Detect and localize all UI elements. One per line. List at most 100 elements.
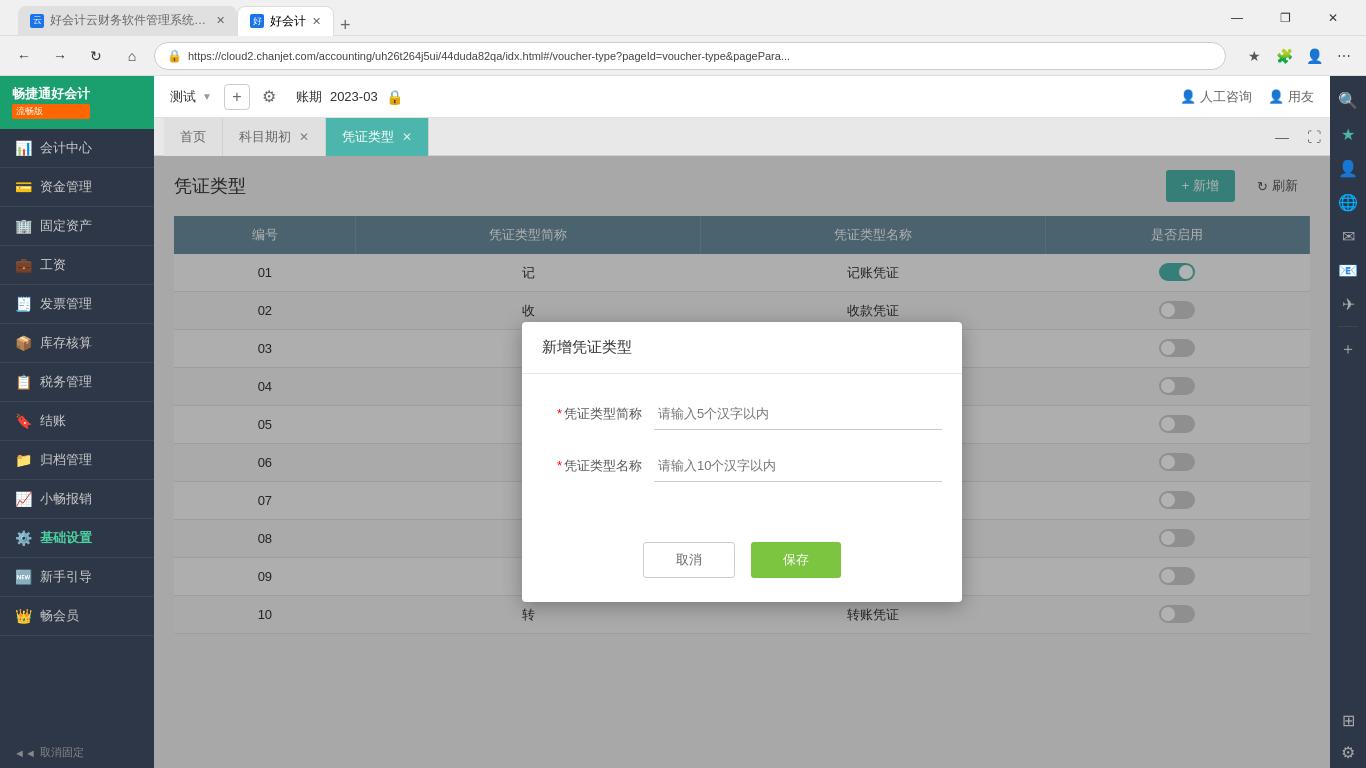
dashboard-icon: 📊 bbox=[14, 139, 32, 157]
header-settings-icon[interactable]: ⚙ bbox=[262, 87, 276, 106]
full-name-input[interactable] bbox=[654, 450, 942, 482]
rs-divider bbox=[1338, 326, 1358, 327]
tab-subject-close[interactable]: ✕ bbox=[299, 130, 309, 144]
sidebar-item-archive[interactable]: 📁 归档管理 bbox=[0, 441, 154, 480]
sidebar-item-label: 固定资产 bbox=[40, 217, 92, 235]
profile-icon[interactable]: 👤 bbox=[1302, 44, 1326, 68]
rs-search-icon[interactable]: 🔍 bbox=[1332, 84, 1364, 116]
sidebar-item-guide[interactable]: 🆕 新手引导 bbox=[0, 558, 154, 597]
tab2-favicon: 好 bbox=[250, 14, 264, 28]
more-icon[interactable]: ⋯ bbox=[1332, 44, 1356, 68]
new-tab-button[interactable]: + bbox=[340, 15, 351, 36]
consult-icon: 👤 bbox=[1180, 89, 1196, 104]
tab-home-label: 首页 bbox=[180, 128, 206, 146]
rs-add-icon[interactable]: ＋ bbox=[1332, 333, 1364, 365]
right-panel: 测试 ▼ + ⚙ 账期 2023-03 🔒 👤 人工咨询 👤 用友 bbox=[154, 76, 1330, 768]
sidebar-item-tax[interactable]: 📋 税务管理 bbox=[0, 363, 154, 402]
sidebar-item-settings[interactable]: ⚙️ 基础设置 bbox=[0, 519, 154, 558]
sidebar-item-label: 库存核算 bbox=[40, 334, 92, 352]
sidebar-item-invoice[interactable]: 🧾 发票管理 bbox=[0, 285, 154, 324]
tab2-title: 好会计 bbox=[270, 13, 306, 30]
sidebar-item-fixed-assets[interactable]: 🏢 固定资产 bbox=[0, 207, 154, 246]
full-name-label: *凭证类型名称 bbox=[542, 457, 642, 475]
rs-settings-bottom-icon[interactable]: ⚙ bbox=[1332, 736, 1364, 768]
sidebar-item-salary[interactable]: 💼 工资 bbox=[0, 246, 154, 285]
dialog-footer: 取消 保存 bbox=[522, 526, 962, 602]
tab-maximize-button[interactable]: ⛶ bbox=[1298, 121, 1330, 153]
period-lock-icon[interactable]: 🔒 bbox=[386, 89, 403, 105]
rs-outlook-icon[interactable]: 📧 bbox=[1332, 254, 1364, 286]
user-label: 用友 bbox=[1288, 88, 1314, 106]
user-icon: 👤 bbox=[1268, 89, 1284, 104]
forward-button[interactable]: → bbox=[46, 42, 74, 70]
tab-home[interactable]: 首页 bbox=[164, 118, 223, 156]
rs-mail-icon[interactable]: ✉ bbox=[1332, 220, 1364, 252]
browser-tab-2[interactable]: 好 好会计 ✕ bbox=[237, 6, 334, 36]
tab-subject[interactable]: 科目期初 ✕ bbox=[223, 118, 326, 156]
tab-subject-label: 科目期初 bbox=[239, 128, 291, 146]
browser-title-bar: 云 好会计云财务软件管理系统_会计 ✕ 好 好会计 ✕ + — ❐ ✕ bbox=[0, 0, 1366, 36]
tab1-close[interactable]: ✕ bbox=[216, 14, 225, 27]
company-selector[interactable]: 测试 ▼ bbox=[170, 88, 212, 106]
rs-user-icon[interactable]: 👤 bbox=[1332, 152, 1364, 184]
address-bar: ← → ↻ ⌂ 🔒 https://cloud2.chanjet.com/acc… bbox=[0, 36, 1366, 76]
close-button[interactable]: ✕ bbox=[1310, 0, 1356, 36]
cancel-button[interactable]: 取消 bbox=[643, 542, 735, 578]
save-button[interactable]: 保存 bbox=[751, 542, 841, 578]
right-sidebar: 🔍 ★ 👤 🌐 ✉ 📧 ✈ ＋ ⊞ ⚙ bbox=[1330, 76, 1366, 768]
tab-voucher-type[interactable]: 凭证类型 ✕ bbox=[326, 118, 429, 156]
add-company-button[interactable]: + bbox=[224, 84, 250, 110]
unpin-icon: ◄◄ bbox=[14, 747, 36, 759]
form-row-short: *凭证类型简称 bbox=[542, 398, 942, 430]
home-button[interactable]: ⌂ bbox=[118, 42, 146, 70]
consult-label: 人工咨询 bbox=[1200, 88, 1252, 106]
sidebar-item-label: 发票管理 bbox=[40, 295, 92, 313]
sidebar-item-label: 会计中心 bbox=[40, 139, 92, 157]
dialog-body: *凭证类型简称 *凭证类型名称 bbox=[522, 374, 962, 526]
report-icon: 📈 bbox=[14, 490, 32, 508]
sidebar-item-dashboard[interactable]: 📊 会计中心 bbox=[0, 129, 154, 168]
settings-icon: ⚙️ bbox=[14, 529, 32, 547]
unpin-button[interactable]: ◄◄ 取消固定 bbox=[0, 737, 154, 768]
tab-voucher-type-close[interactable]: ✕ bbox=[402, 130, 412, 144]
consult-button[interactable]: 👤 人工咨询 bbox=[1180, 88, 1252, 106]
fixed-assets-icon: 🏢 bbox=[14, 217, 32, 235]
address-input[interactable]: 🔒 https://cloud2.chanjet.com/accounting/… bbox=[154, 42, 1226, 70]
tab-minimize-button[interactable]: — bbox=[1266, 121, 1298, 153]
member-icon: 👑 bbox=[14, 607, 32, 625]
short-name-input[interactable] bbox=[654, 398, 942, 430]
sidebar-item-settlement[interactable]: 🔖 结账 bbox=[0, 402, 154, 441]
favorites-icon[interactable]: ★ bbox=[1242, 44, 1266, 68]
sidebar-item-label: 归档管理 bbox=[40, 451, 92, 469]
sidebar-item-member[interactable]: 👑 畅会员 bbox=[0, 597, 154, 636]
sidebar-item-inventory[interactable]: 📦 库存核算 bbox=[0, 324, 154, 363]
invoice-icon: 🧾 bbox=[14, 295, 32, 313]
rs-grid-icon[interactable]: ⊞ bbox=[1332, 704, 1364, 736]
tab-voucher-type-label: 凭证类型 bbox=[342, 128, 394, 146]
sidebar-item-capital[interactable]: 💳 资金管理 bbox=[0, 168, 154, 207]
tab1-title: 好会计云财务软件管理系统_会计 bbox=[50, 12, 210, 29]
rs-favorites-icon[interactable]: ★ bbox=[1332, 118, 1364, 150]
unpin-label: 取消固定 bbox=[40, 745, 84, 760]
settlement-icon: 🔖 bbox=[14, 412, 32, 430]
browser-tab-1[interactable]: 云 好会计云财务软件管理系统_会计 ✕ bbox=[18, 6, 237, 36]
tab2-close[interactable]: ✕ bbox=[312, 15, 321, 28]
logo-text: 畅捷通好会计 bbox=[12, 86, 90, 102]
minimize-button[interactable]: — bbox=[1214, 0, 1260, 36]
sidebar-logo[interactable]: 畅捷通好会计 流畅版 bbox=[0, 76, 154, 129]
reload-button[interactable]: ↻ bbox=[82, 42, 110, 70]
maximize-button[interactable]: ❐ bbox=[1262, 0, 1308, 36]
tab-controls: — ⛶ bbox=[1266, 121, 1330, 153]
sidebar-item-label: 畅会员 bbox=[40, 607, 79, 625]
company-dropdown-icon: ▼ bbox=[202, 91, 212, 102]
user-button[interactable]: 👤 用友 bbox=[1268, 88, 1314, 106]
rs-plane-icon[interactable]: ✈ bbox=[1332, 288, 1364, 320]
sidebar-item-label: 税务管理 bbox=[40, 373, 92, 391]
address-text: https://cloud2.chanjet.com/accounting/uh… bbox=[188, 50, 790, 62]
modal-overlay: 新增凭证类型 *凭证类型简称 *凭证类型名称 bbox=[154, 156, 1330, 768]
rs-globe-icon[interactable]: 🌐 bbox=[1332, 186, 1364, 218]
extensions-icon[interactable]: 🧩 bbox=[1272, 44, 1296, 68]
guide-icon: 🆕 bbox=[14, 568, 32, 586]
sidebar-item-report[interactable]: 📈 小畅报销 bbox=[0, 480, 154, 519]
back-button[interactable]: ← bbox=[10, 42, 38, 70]
